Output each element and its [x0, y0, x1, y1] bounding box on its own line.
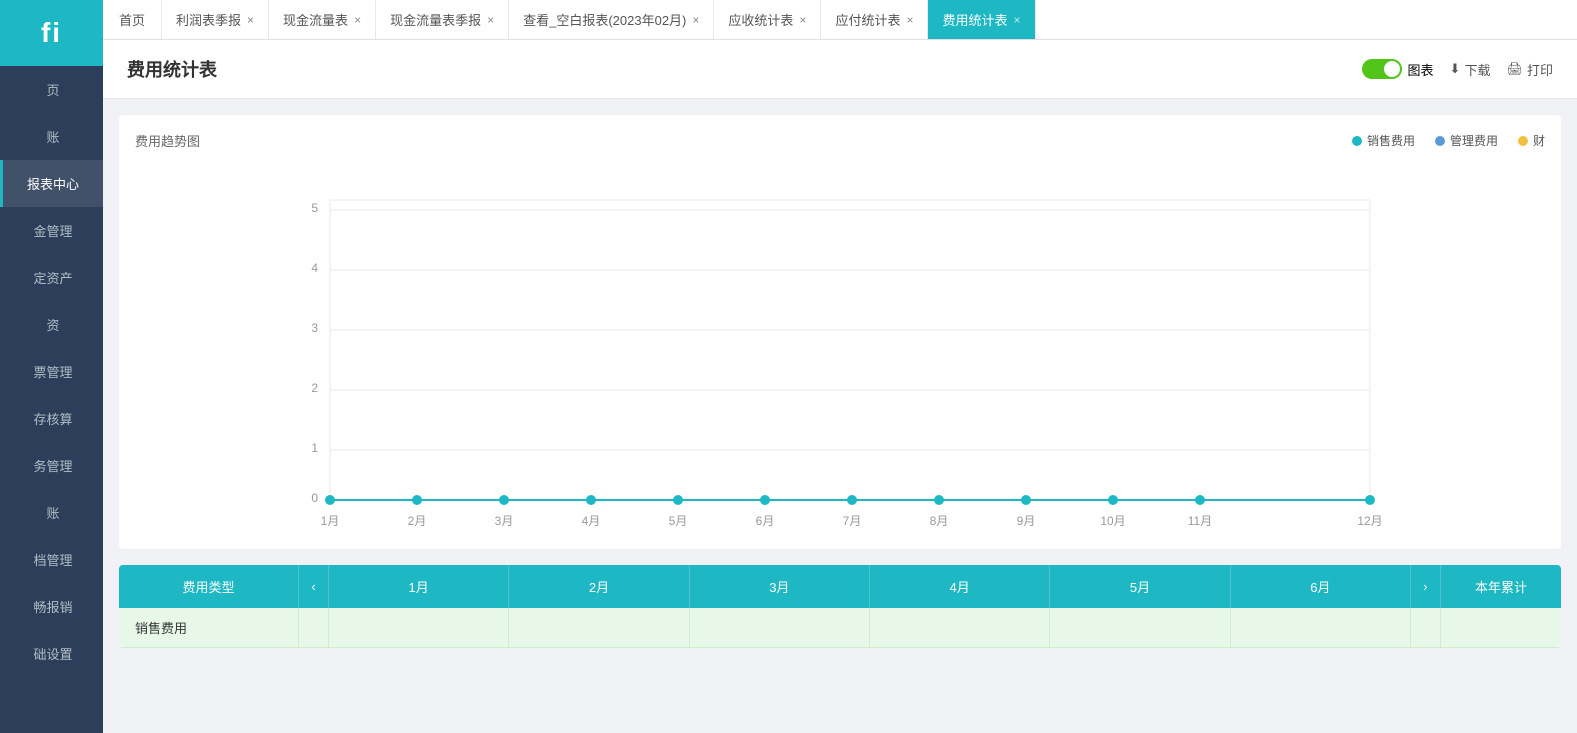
svg-text:3: 3 — [311, 321, 318, 335]
svg-text:4: 4 — [311, 261, 318, 275]
th-type: 费用类型 — [119, 565, 299, 608]
download-button[interactable]: ⬇ 下载 — [1450, 60, 1491, 79]
sidebar-item-account[interactable]: 账 — [0, 113, 103, 160]
svg-text:3月: 3月 — [495, 514, 514, 528]
chart-header: 费用趋势图 销售费用 管理费用 财 — [135, 131, 1545, 150]
svg-text:4月: 4月 — [582, 514, 601, 528]
legend-finance: 财 — [1518, 132, 1545, 149]
tab-blank-report[interactable]: 查看_空白报表(2023年02月) × — [509, 0, 714, 40]
tab-close-profit-quarterly[interactable]: × — [247, 13, 254, 27]
svg-text:1: 1 — [311, 441, 318, 455]
tab-close-cashflow-quarterly[interactable]: × — [487, 13, 494, 27]
svg-text:8月: 8月 — [930, 514, 949, 528]
download-icon: ⬇ — [1450, 61, 1461, 77]
th-month-4: 4月 — [870, 565, 1050, 608]
tab-close-expense[interactable]: × — [1013, 13, 1020, 27]
svg-text:2: 2 — [311, 381, 318, 395]
td-spacer-right — [1411, 608, 1441, 647]
table-row: 销售费用 — [119, 608, 1561, 648]
svg-text:2月: 2月 — [408, 514, 427, 528]
th-next-arrow[interactable]: › — [1411, 565, 1441, 608]
tab-receivable[interactable]: 应收统计表 × — [714, 0, 821, 40]
td-month-1 — [329, 608, 509, 647]
sidebar-item-basic-settings[interactable]: 础设置 — [0, 630, 103, 677]
svg-text:5月: 5月 — [669, 514, 688, 528]
th-prev-arrow[interactable]: ‹ — [299, 565, 329, 608]
td-month-5 — [1050, 608, 1230, 647]
trend-chart: 5 4 3 2 1 0 — [135, 160, 1545, 530]
sidebar-item-report-center[interactable]: 报表中心 — [0, 160, 103, 207]
svg-text:11月: 11月 — [1188, 514, 1212, 528]
td-total — [1441, 608, 1561, 647]
chart-title: 费用趋势图 — [135, 131, 200, 150]
legend-admin: 管理费用 — [1435, 132, 1498, 149]
td-type: 销售费用 — [119, 608, 299, 647]
sidebar-item-fund-mgmt[interactable]: 金管理 — [0, 207, 103, 254]
page-header: 费用统计表 图表 ⬇ 下载 🖨 打印 — [103, 40, 1577, 99]
sidebar-item-investment[interactable]: 资 — [0, 301, 103, 348]
sidebar-item-service-mgmt[interactable]: 务管理 — [0, 442, 103, 489]
th-month-2: 2月 — [509, 565, 689, 608]
table-section: 费用类型 ‹ 1月 2月 3月 4月 5月 6月 › 本年累计 销售费用 — [119, 565, 1561, 648]
svg-text:10月: 10月 — [1100, 514, 1125, 528]
sidebar-item-home[interactable]: 页 — [0, 66, 103, 113]
tab-close-receivable[interactable]: × — [799, 13, 806, 27]
tab-profit-quarterly[interactable]: 利润表季报 × — [162, 0, 269, 40]
th-month-3: 3月 — [690, 565, 870, 608]
svg-text:6月: 6月 — [756, 514, 775, 528]
legend-label-admin: 管理费用 — [1450, 132, 1498, 149]
sidebar-item-write-off[interactable]: 畅报销 — [0, 583, 103, 630]
th-month-1: 1月 — [329, 565, 509, 608]
chart-toggle[interactable] — [1362, 59, 1402, 79]
td-spacer-left — [299, 608, 329, 647]
header-actions: 图表 ⬇ 下载 🖨 打印 — [1362, 59, 1553, 79]
svg-text:12月: 12月 — [1357, 514, 1382, 528]
legend-label-sales: 销售费用 — [1367, 132, 1415, 149]
td-month-6 — [1231, 608, 1411, 647]
chart-legend: 销售费用 管理费用 财 — [1352, 132, 1545, 149]
page-title: 费用统计表 — [127, 56, 217, 82]
legend-dot-sales — [1352, 136, 1362, 146]
tab-close-cashflow[interactable]: × — [354, 13, 361, 27]
print-button[interactable]: 🖨 打印 — [1506, 60, 1553, 79]
legend-label-finance: 财 — [1533, 132, 1545, 149]
td-month-4 — [870, 608, 1050, 647]
tab-cashflow[interactable]: 现金流量表 × — [269, 0, 376, 40]
sidebar-item-fixed-assets[interactable]: 定资产 — [0, 254, 103, 301]
tab-payable[interactable]: 应付统计表 × — [821, 0, 928, 40]
tab-close-blank-report[interactable]: × — [692, 13, 699, 27]
svg-text:0: 0 — [311, 491, 318, 505]
svg-text:9月: 9月 — [1017, 514, 1036, 528]
sidebar-item-inventory[interactable]: 存核算 — [0, 395, 103, 442]
app-logo: fi — [0, 0, 103, 66]
content-area: 费用统计表 图表 ⬇ 下载 🖨 打印 费用趋势图 — [103, 40, 1577, 733]
svg-text:5: 5 — [311, 201, 318, 215]
tab-cashflow-quarterly[interactable]: 现金流量表季报 × — [376, 0, 509, 40]
th-month-6: 6月 — [1231, 565, 1411, 608]
chart-toggle-label: 图表 — [1408, 60, 1434, 79]
td-month-2 — [509, 608, 689, 647]
chart-section: 费用趋势图 销售费用 管理费用 财 — [119, 115, 1561, 549]
sidebar: fi 页 账 报表中心 金管理 定资产 资 票管理 存核算 务管理 账 档管理 … — [0, 0, 103, 733]
legend-sales: 销售费用 — [1352, 132, 1415, 149]
sidebar-item-invoice-mgmt[interactable]: 票管理 — [0, 348, 103, 395]
svg-text:7月: 7月 — [843, 514, 862, 528]
td-month-3 — [690, 608, 870, 647]
th-month-5: 5月 — [1050, 565, 1230, 608]
main-area: 首页 利润表季报 × 现金流量表 × 现金流量表季报 × 查看_空白报表(202… — [103, 0, 1577, 733]
chart-toggle-wrap[interactable]: 图表 — [1362, 59, 1434, 79]
sidebar-item-ledger[interactable]: 账 — [0, 489, 103, 536]
legend-dot-admin — [1435, 136, 1445, 146]
sidebar-item-archive-mgmt[interactable]: 档管理 — [0, 536, 103, 583]
table-header: 费用类型 ‹ 1月 2月 3月 4月 5月 6月 › 本年累计 — [119, 565, 1561, 608]
legend-dot-finance — [1518, 136, 1528, 146]
tab-bar: 首页 利润表季报 × 现金流量表 × 现金流量表季报 × 查看_空白报表(202… — [103, 0, 1577, 40]
svg-text:1月: 1月 — [321, 514, 340, 528]
th-total: 本年累计 — [1441, 565, 1561, 608]
tab-home[interactable]: 首页 — [103, 0, 162, 40]
print-icon: 🖨 — [1506, 61, 1523, 77]
tab-expense[interactable]: 费用统计表 × — [928, 0, 1035, 40]
tab-close-payable[interactable]: × — [906, 13, 913, 27]
